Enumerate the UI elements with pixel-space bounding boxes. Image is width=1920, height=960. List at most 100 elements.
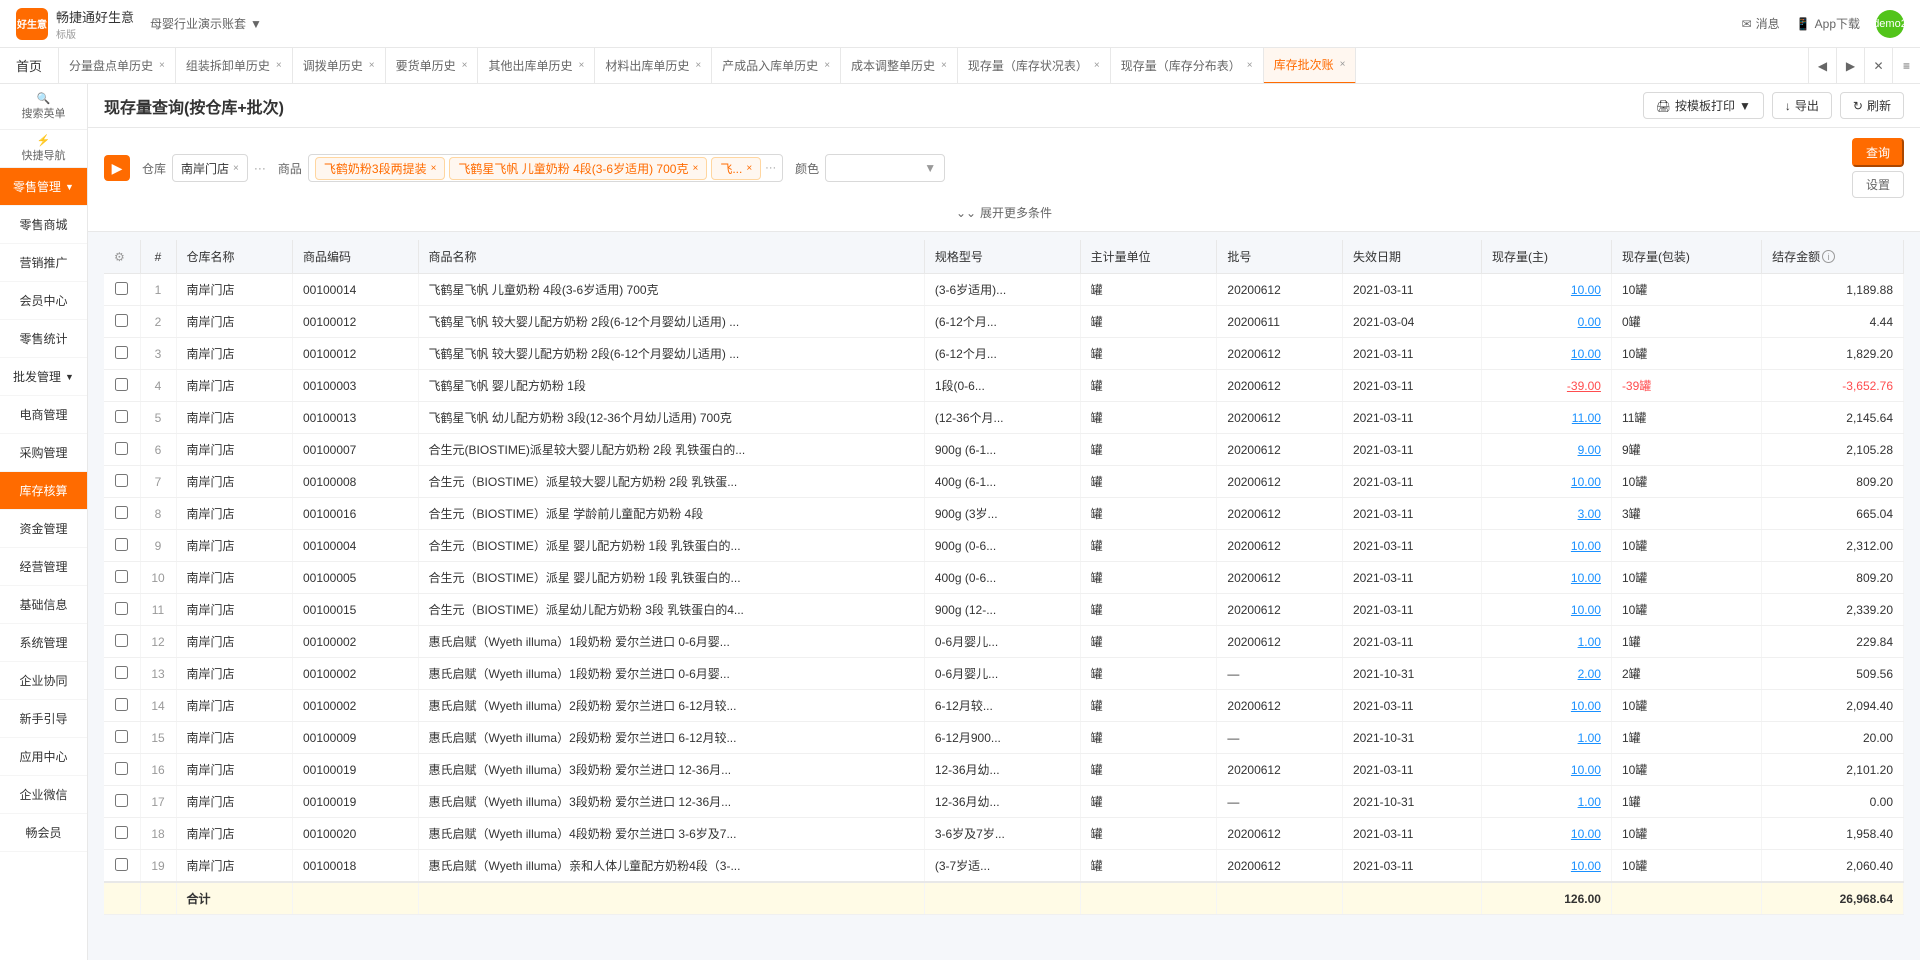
query-btn[interactable]: 查询 xyxy=(1852,138,1904,167)
tab-menu-btn[interactable]: ≡ xyxy=(1892,48,1920,84)
sidebar-item-purchase[interactable]: 采购管理 xyxy=(0,434,87,472)
product-tag-2[interactable]: 飞鹤星飞帆 儿童奶粉 4段(3-6岁适用) 700克 × xyxy=(449,157,707,180)
remove-tag-1[interactable]: × xyxy=(431,163,437,174)
tab-home[interactable]: 首页 xyxy=(0,48,59,84)
remove-tag-3[interactable]: × xyxy=(746,163,752,174)
tab-combo-dismantle[interactable]: 组装拆卸单历史 × xyxy=(176,48,293,84)
cell-checkbox[interactable] xyxy=(104,370,140,402)
sidebar-quick-nav[interactable]: ⚡ 快捷导航 xyxy=(0,130,87,168)
tab-close-other-out[interactable]: × xyxy=(578,60,584,71)
cell-checkbox[interactable] xyxy=(104,690,140,722)
expand-more-btn[interactable]: ⌄⌄ 展开更多条件 xyxy=(104,204,1904,221)
sidebar-item-wholesale[interactable]: 批发管理 ▼ xyxy=(0,358,87,396)
cell-stock-main[interactable]: 10.00 xyxy=(1481,690,1611,722)
cell-stock-main[interactable]: 10.00 xyxy=(1481,466,1611,498)
tab-stock-status[interactable]: 现存量（库存状况表） × xyxy=(958,48,1111,84)
tab-stock-dist[interactable]: 现存量（库存分布表） × xyxy=(1111,48,1264,84)
cell-stock-main[interactable]: 10.00 xyxy=(1481,338,1611,370)
expand-filter-btn[interactable]: ▶ xyxy=(104,155,130,181)
export-btn[interactable]: ↓ 导出 xyxy=(1772,92,1832,119)
cell-checkbox[interactable] xyxy=(104,274,140,306)
sidebar-item-enterprise[interactable]: 企业协同 xyxy=(0,662,87,700)
cell-checkbox[interactable] xyxy=(104,434,140,466)
tab-tune-pick[interactable]: 调拨单历史 × xyxy=(293,48,386,84)
cell-checkbox[interactable] xyxy=(104,658,140,690)
sidebar-item-retail-mall[interactable]: 零售商城 xyxy=(0,206,87,244)
tab-close-split-disk[interactable]: × xyxy=(159,60,165,71)
cell-stock-main[interactable]: 10.00 xyxy=(1481,850,1611,883)
cell-checkbox[interactable] xyxy=(104,498,140,530)
cell-checkbox[interactable] xyxy=(104,594,140,626)
cell-stock-main[interactable]: 10.00 xyxy=(1481,530,1611,562)
sidebar-item-inventory[interactable]: 库存核算 xyxy=(0,472,87,510)
cell-checkbox[interactable] xyxy=(104,562,140,594)
cell-stock-main[interactable]: 10.00 xyxy=(1481,562,1611,594)
product-input[interactable]: 飞鹤奶粉3段两提装 × 飞鹤星飞帆 儿童奶粉 4段(3-6岁适用) 700克 ×… xyxy=(308,154,783,182)
cell-stock-main[interactable]: 1.00 xyxy=(1481,626,1611,658)
cell-checkbox[interactable] xyxy=(104,306,140,338)
tab-split-disk[interactable]: 分量盘点单历史 × xyxy=(59,48,176,84)
sidebar-item-ops-mgmt[interactable]: 经营管理 xyxy=(0,548,87,586)
cell-stock-main[interactable]: 10.00 xyxy=(1481,754,1611,786)
sidebar-item-enterprise-wechat[interactable]: 企业微信 xyxy=(0,776,87,814)
tab-next-btn[interactable]: ▶ xyxy=(1836,48,1864,84)
tab-material-out[interactable]: 材料出库单历史 × xyxy=(595,48,712,84)
tab-borrow[interactable]: 要货单历史 × xyxy=(386,48,479,84)
cell-stock-main[interactable]: 10.00 xyxy=(1481,274,1611,306)
settings-btn[interactable]: 设置 xyxy=(1852,171,1904,198)
sidebar-search[interactable]: 🔍 搜索英单 xyxy=(0,84,87,130)
cell-checkbox[interactable] xyxy=(104,466,140,498)
account-dropdown[interactable]: 母婴行业演示账套 ▼ xyxy=(150,15,262,32)
cell-stock-main[interactable]: 1.00 xyxy=(1481,722,1611,754)
cell-checkbox[interactable] xyxy=(104,626,140,658)
cell-stock-main[interactable]: 0.00 xyxy=(1481,306,1611,338)
cell-checkbox[interactable] xyxy=(104,530,140,562)
remove-tag-2[interactable]: × xyxy=(692,163,698,174)
tab-batch-voucher[interactable]: 库存批次账 × xyxy=(1264,48,1357,84)
app-download-btn[interactable]: 📱 App下载 xyxy=(1796,15,1860,32)
cell-checkbox[interactable] xyxy=(104,722,140,754)
cell-checkbox[interactable] xyxy=(104,850,140,883)
cell-stock-main[interactable]: -39.00 xyxy=(1481,370,1611,402)
tab-product-in[interactable]: 产成品入库单历史 × xyxy=(712,48,841,84)
th-settings[interactable]: ⚙ xyxy=(104,240,140,274)
tab-close-batch[interactable]: × xyxy=(1340,59,1346,70)
tab-prev-btn[interactable]: ◀ xyxy=(1808,48,1836,84)
tab-close-material[interactable]: × xyxy=(695,60,701,71)
sidebar-item-member-card[interactable]: 畅会员 xyxy=(0,814,87,852)
sidebar-item-app-center[interactable]: 应用中心 xyxy=(0,738,87,776)
cell-stock-main[interactable]: 10.00 xyxy=(1481,594,1611,626)
tab-close-status[interactable]: × xyxy=(1094,60,1100,71)
print-btn[interactable]: 🖨 按模板打印 ▼ xyxy=(1643,92,1764,119)
warehouse-more-dots[interactable]: ··· xyxy=(254,161,266,175)
tab-close-tune[interactable]: × xyxy=(369,60,375,71)
product-more-dots[interactable]: ··· xyxy=(765,162,776,174)
tab-close-product[interactable]: × xyxy=(824,60,830,71)
cell-stock-main[interactable]: 3.00 xyxy=(1481,498,1611,530)
color-input[interactable]: ▼ xyxy=(825,154,945,182)
user-menu[interactable]: demo2 xyxy=(1876,10,1904,38)
balance-info-icon[interactable]: i xyxy=(1822,250,1835,263)
cell-checkbox[interactable] xyxy=(104,338,140,370)
cell-checkbox[interactable] xyxy=(104,786,140,818)
cell-stock-main[interactable]: 2.00 xyxy=(1481,658,1611,690)
tab-close-all-btn[interactable]: ✕ xyxy=(1864,48,1892,84)
tab-cost-adjust[interactable]: 成本调整单历史 × xyxy=(841,48,958,84)
tab-close-cost[interactable]: × xyxy=(941,60,947,71)
tab-close-combo[interactable]: × xyxy=(276,60,282,71)
tab-close-borrow[interactable]: × xyxy=(462,60,468,71)
sidebar-item-base-info[interactable]: 基础信息 xyxy=(0,586,87,624)
sidebar-item-retail-stats[interactable]: 零售统计 xyxy=(0,320,87,358)
settings-icon[interactable]: ⚙ xyxy=(114,250,125,264)
sidebar-item-finance[interactable]: 资金管理 xyxy=(0,510,87,548)
cell-checkbox[interactable] xyxy=(104,754,140,786)
sidebar-item-member[interactable]: 会员中心 xyxy=(0,282,87,320)
cell-stock-main[interactable]: 1.00 xyxy=(1481,786,1611,818)
cell-checkbox[interactable] xyxy=(104,402,140,434)
warehouse-input[interactable]: 南岸门店 × xyxy=(172,154,248,182)
product-tag-3[interactable]: 飞... × xyxy=(711,157,761,180)
cell-stock-main[interactable]: 10.00 xyxy=(1481,818,1611,850)
cell-stock-main[interactable]: 9.00 xyxy=(1481,434,1611,466)
sidebar-item-retail-mgmt[interactable]: 零售管理 ▼ xyxy=(0,168,87,206)
messages-btn[interactable]: ✉ 消息 xyxy=(1742,15,1780,32)
